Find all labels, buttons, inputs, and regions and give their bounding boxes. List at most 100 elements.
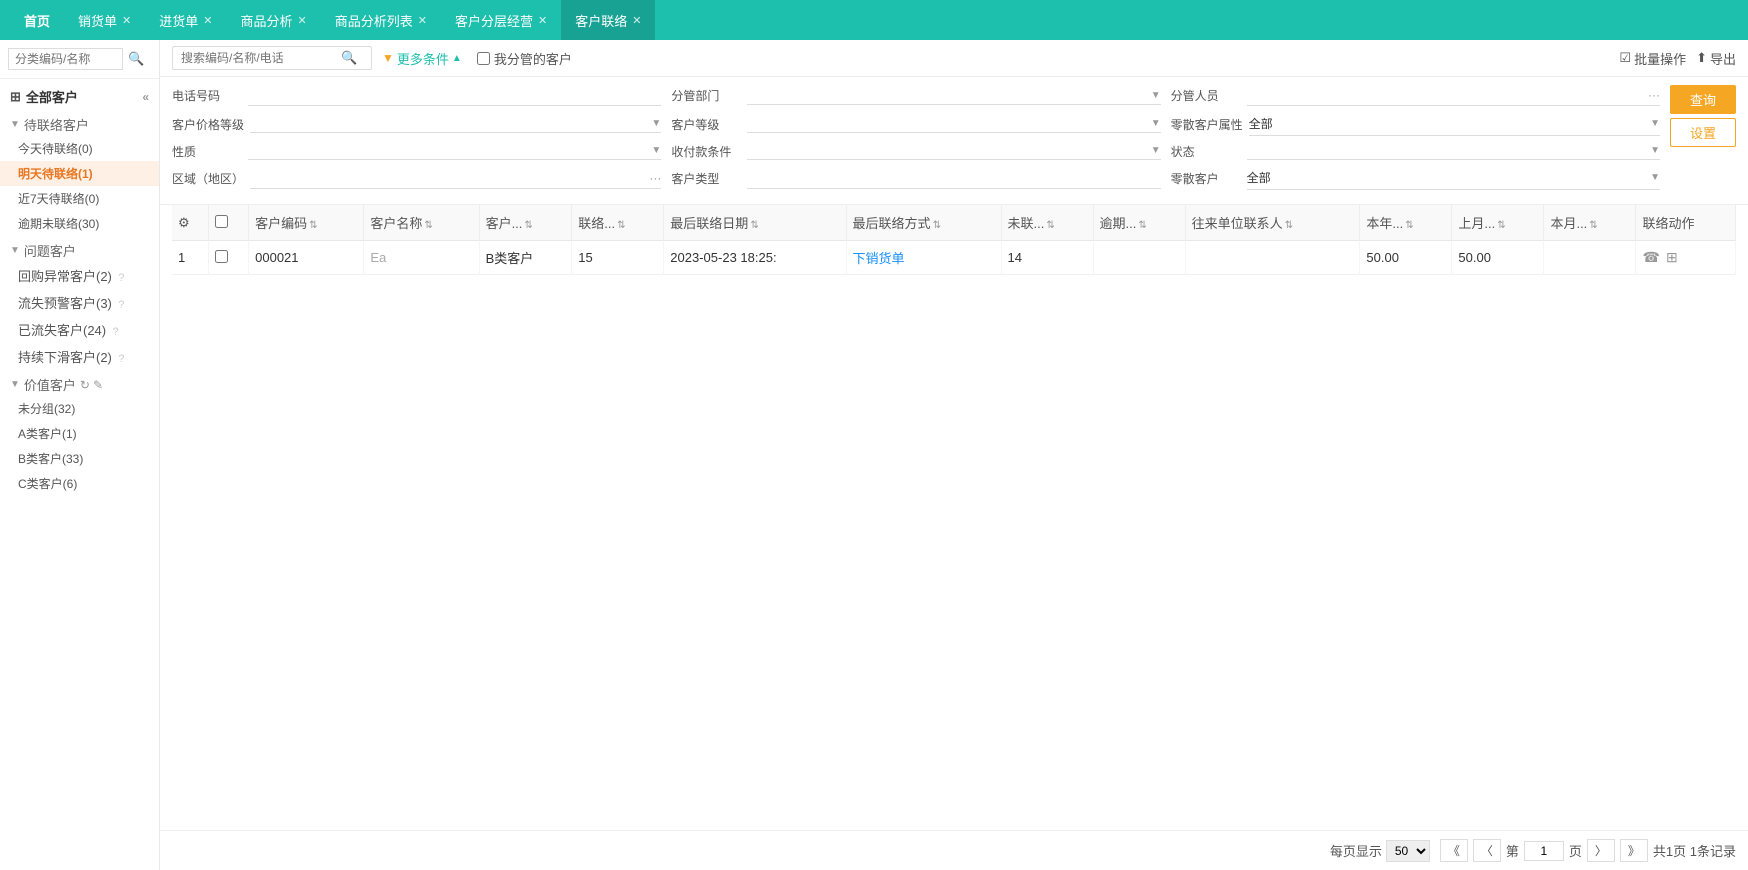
action-phone-icon[interactable]: ☎ — [1642, 249, 1659, 266]
setting-button[interactable]: 设置 — [1670, 118, 1736, 147]
nav-purchase[interactable]: 进货单 ✕ — [145, 0, 226, 40]
th-last-contact-date[interactable]: 最后联络日期⇅ — [664, 205, 846, 241]
help-icon-declining: ? — [118, 353, 124, 365]
group-pending-contact[interactable]: ▼ 待联络客户 — [0, 110, 159, 136]
sidebar-collapse-btn[interactable]: « — [142, 90, 149, 104]
th-this-month[interactable]: 本月...⇅ — [1544, 205, 1636, 241]
filter-phone-input[interactable] — [248, 85, 661, 106]
sidebar-item-tomorrow-contact[interactable]: 明天待联络(1) — [0, 161, 159, 186]
sidebar-item-week-contact[interactable]: 近7天待联络(0) — [0, 186, 159, 211]
th-settings[interactable]: ⚙ — [172, 205, 209, 241]
filter-nature: 性质 ▼ — [172, 142, 661, 160]
sidebar-item-churn-warning[interactable]: 流失预警客户(3) ? — [0, 289, 159, 316]
cell-this-month — [1544, 241, 1636, 275]
th-last-month[interactable]: 上月...⇅ — [1452, 205, 1544, 241]
nav-close-sales[interactable]: ✕ — [122, 14, 131, 27]
next-page-btn[interactable]: 〉 — [1587, 839, 1615, 862]
filter-icon: ▼ — [382, 51, 394, 65]
row-checkbox[interactable] — [215, 250, 228, 263]
query-button[interactable]: 查询 — [1670, 85, 1736, 114]
nav-customer-tier[interactable]: 客户分层经营 ✕ — [441, 0, 561, 40]
nav-product-analysis-list[interactable]: 商品分析列表 ✕ — [321, 0, 441, 40]
last-contact-method-link[interactable]: 下销货单 — [853, 251, 905, 266]
group-arrow-value: ▼ — [10, 379, 20, 390]
sidebar-item-class-c[interactable]: C类客户(6) — [0, 471, 159, 496]
filter-payment-select[interactable]: ▼ — [747, 142, 1160, 160]
group-problem-customers[interactable]: ▼ 问题客户 — [0, 236, 159, 262]
export-icon: ⬆ — [1696, 50, 1707, 66]
first-page-btn[interactable]: 《 — [1440, 839, 1468, 862]
cell-checkbox[interactable] — [209, 241, 249, 275]
th-name[interactable]: 客户名称⇅ — [364, 205, 479, 241]
sort-customer-type: ⇅ — [524, 220, 532, 231]
sidebar-search-input[interactable] — [8, 48, 123, 70]
nav-home[interactable]: 首页 — [10, 0, 64, 40]
sidebar-item-declining[interactable]: 持续下滑客户(2) ? — [0, 343, 159, 370]
nav-sales[interactable]: 销货单 ✕ — [64, 0, 145, 40]
more-conditions-arrow: ▲ — [452, 53, 462, 64]
prev-page-btn[interactable]: 〈 — [1473, 839, 1501, 862]
batch-operations-btn[interactable]: ☑ 批量操作 — [1619, 49, 1686, 68]
my-customers-checkbox[interactable] — [477, 52, 490, 65]
select-all-checkbox[interactable] — [215, 215, 228, 228]
sidebar-search-icon[interactable]: 🔍 — [128, 51, 144, 67]
nav-product-analysis[interactable]: 商品分析 ✕ — [226, 0, 320, 40]
nav-close-product-analysis-list[interactable]: ✕ — [418, 14, 427, 27]
value-refresh-icon[interactable]: ↻ — [80, 378, 90, 392]
nav-close-product-analysis[interactable]: ✕ — [298, 14, 307, 27]
th-this-year[interactable]: 本年...⇅ — [1360, 205, 1452, 241]
sidebar-item-class-a[interactable]: A类客户(1) — [0, 421, 159, 446]
group-value-customers[interactable]: ▼ 价值客户 ↻ ✎ — [0, 370, 159, 396]
sidebar-item-overdue-contact[interactable]: 逾期未联络(30) — [0, 211, 159, 236]
filter-retail-attr-select[interactable]: 全部 ▼ — [1249, 112, 1660, 136]
checkbox-icon: ☑ — [1619, 50, 1631, 66]
filter-customer-type-input[interactable] — [747, 168, 1160, 189]
filter-customer-level-select[interactable]: ▼ — [747, 115, 1160, 133]
nature-arrow: ▼ — [651, 145, 661, 156]
filter-status-select[interactable]: ▼ — [1247, 142, 1660, 160]
sidebar-item-ungrouped[interactable]: 未分组(32) — [0, 396, 159, 421]
filter-region-select[interactable]: ··· — [250, 168, 661, 189]
filter-dept-select[interactable]: ▼ — [747, 87, 1160, 105]
nav-close-customer-tier[interactable]: ✕ — [538, 14, 547, 27]
filter-price-tier-select[interactable]: ▼ — [250, 115, 661, 133]
export-btn[interactable]: ⬆ 导出 — [1696, 49, 1736, 68]
cell-contact-person — [1185, 241, 1360, 275]
th-customer-type[interactable]: 客户...⇅ — [479, 205, 572, 241]
last-page-btn[interactable]: 》 — [1620, 839, 1648, 862]
th-overdue[interactable]: 逾期...⇅ — [1093, 205, 1185, 241]
cell-last-contact-date: 2023-05-23 18:25: — [664, 241, 846, 275]
search-submit-icon[interactable]: 🔍 — [341, 50, 357, 66]
value-edit-icon[interactable]: ✎ — [93, 378, 103, 392]
sidebar-item-class-b[interactable]: B类客户(33) — [0, 446, 159, 471]
filter-person-select[interactable]: ··· — [1247, 85, 1660, 106]
person-dots[interactable]: ··· — [1648, 88, 1660, 102]
sidebar-item-churned[interactable]: 已流失客户(24) ? — [0, 316, 159, 343]
filter-retail-attr-label: 零散客户属性 — [1171, 116, 1243, 133]
sort-this-month: ⇅ — [1589, 220, 1597, 231]
search-input[interactable] — [181, 51, 341, 65]
cell-last-contact-method[interactable]: 下销货单 — [846, 241, 1001, 275]
nav-close-purchase[interactable]: ✕ — [203, 14, 212, 27]
th-checkbox[interactable] — [209, 205, 249, 241]
more-conditions-btn[interactable]: ▼ 更多条件 ▲ — [382, 49, 462, 68]
all-customers-header[interactable]: ⊞ 全部客户 « — [0, 79, 159, 110]
page-size-select[interactable]: 50 — [1386, 840, 1430, 862]
action-grid-icon[interactable]: ⊞ — [1666, 249, 1678, 266]
th-uncontacted[interactable]: 未联...⇅ — [1001, 205, 1093, 241]
th-contact-count[interactable]: 联络...⇅ — [572, 205, 664, 241]
sidebar-item-today-contact[interactable]: 今天待联络(0) — [0, 136, 159, 161]
filter-phone-label: 电话号码 — [172, 87, 242, 104]
th-last-contact-method[interactable]: 最后联络方式⇅ — [846, 205, 1001, 241]
th-contact-person[interactable]: 往来单位联系人⇅ — [1185, 205, 1360, 241]
page-size-container: 每页显示 50 — [1330, 840, 1430, 862]
sidebar-item-repurchase-abnormal[interactable]: 回购异常客户(2) ? — [0, 262, 159, 289]
page-number-input[interactable] — [1524, 841, 1564, 861]
filter-nature-select[interactable]: ▼ — [248, 142, 661, 160]
region-dots[interactable]: ··· — [649, 171, 661, 185]
filter-retail-customer-select[interactable]: 全部 ▼ — [1247, 166, 1660, 190]
customer-level-arrow: ▼ — [1151, 118, 1161, 129]
nav-customer-contact[interactable]: 客户联络 ✕ — [561, 0, 655, 40]
nav-close-customer-contact[interactable]: ✕ — [632, 14, 641, 27]
th-code[interactable]: 客户编码⇅ — [249, 205, 364, 241]
